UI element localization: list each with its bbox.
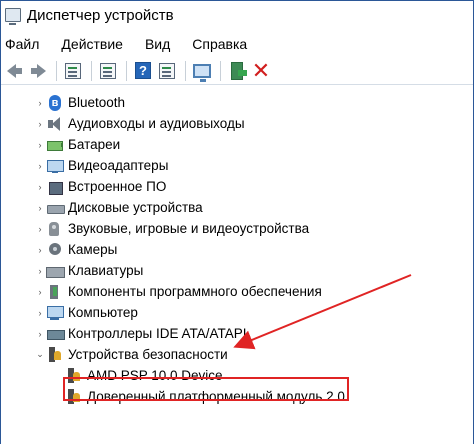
menu-help[interactable]: Справка [192,36,247,52]
tree-item-software-components[interactable]: › Компоненты программного обеспечения [1,281,471,302]
tree-item-audio-io[interactable]: › Аудиовходы и аудиовыходы [1,113,471,134]
action-pane-icon [159,62,175,79]
expand-chevron-icon[interactable]: › [34,239,46,260]
tree-item-firmware[interactable]: › Встроенное ПО [1,176,471,197]
expand-chevron-icon[interactable]: › [34,92,46,113]
computer-icon [46,305,64,321]
expand-chevron-icon[interactable]: › [34,155,46,176]
tree-item-keyboards[interactable]: › Клавиатуры [1,260,471,281]
tree-item-label: Встроенное ПО [68,179,167,194]
highlight-annotation-box [63,377,349,401]
tree-item-disk-drives[interactable]: › Дисковые устройства [1,197,471,218]
ide-controller-icon [46,326,65,342]
forward-button[interactable] [27,60,49,82]
battery-icon [46,137,64,153]
action-pane-button[interactable] [156,60,178,82]
tree-item-label: Видеоадаптеры [68,158,169,173]
tree-item-label: Компьютер [68,305,138,320]
title-bar: Диспетчер устройств [1,1,473,29]
speaker-icon [46,116,64,132]
expand-chevron-icon[interactable]: › [34,323,46,344]
back-arrow-icon [6,63,16,78]
toolbar-separator [56,60,57,81]
toolbar-separator [220,60,221,81]
disk-drive-icon [46,200,65,216]
monitor-icon [193,63,211,82]
device-manager-icon [5,8,21,25]
camera-icon [46,242,64,258]
tree-item-batteries[interactable]: › Батареи [1,134,471,155]
expand-chevron-icon[interactable]: › [34,197,46,218]
expand-chevron-icon[interactable]: › [34,281,46,302]
display-adapter-icon [46,158,64,174]
properties-icon [100,62,116,79]
help-button[interactable]: ? [132,60,154,82]
expand-chevron-icon[interactable]: › [34,113,46,134]
tree-item-sound-devices[interactable]: › Звуковые, игровые и видеоустройства [1,218,471,239]
bluetooth-icon: ʙ [49,94,61,111]
expand-chevron-icon[interactable]: › [34,302,46,323]
scan-hardware-button[interactable] [191,60,213,82]
toolbar-separator [91,60,92,81]
show-hide-console-tree-button[interactable] [62,60,84,82]
tree-item-label: Дисковые устройства [68,200,203,215]
window-title: Диспетчер устройств [27,6,174,24]
menu-bar: Файл Действие Вид Справка [1,31,473,57]
tree-item-label: Камеры [68,242,118,257]
tree-item-label: Bluetooth [68,95,126,110]
tree-item-ide-controllers[interactable]: › Контроллеры IDE ATA/ATAPI [1,323,471,344]
device-manager-window: Диспетчер устройств Файл Действие Вид Сп… [0,0,474,444]
tree-item-label: Устройства безопасности [68,347,228,362]
menu-file[interactable]: Файл [5,36,39,52]
back-button[interactable] [3,60,25,82]
help-icon: ? [135,62,151,79]
software-component-icon [46,284,64,300]
tree-item-display-adapters[interactable]: › Видеоадаптеры [1,155,471,176]
security-device-icon [46,346,64,363]
toolbar-separator [126,60,127,81]
tree-item-label: Батареи [68,137,121,152]
tree-item-security-devices[interactable]: ⌄ Устройства безопасности [1,344,471,365]
keyboard-icon [46,263,65,279]
tree-item-label: Аудиовходы и аудиовыходы [68,116,245,131]
uninstall-device-button[interactable]: ✕ [250,57,272,83]
firmware-chip-icon [46,179,64,195]
tree-item-bluetooth[interactable]: › ʙ Bluetooth [1,92,471,113]
tree-item-computer[interactable]: › Компьютер [1,302,471,323]
menu-view[interactable]: Вид [145,36,170,52]
expand-chevron-icon[interactable]: › [34,134,46,155]
tree-item-label: Контроллеры IDE ATA/ATAPI [68,326,247,341]
expand-chevron-icon[interactable]: › [34,176,46,197]
collapse-chevron-icon[interactable]: ⌄ [34,344,46,365]
tree-item-cameras[interactable]: › Камеры [1,239,471,260]
expand-chevron-icon[interactable]: › [34,260,46,281]
expand-chevron-icon[interactable]: › [34,218,46,239]
update-driver-button[interactable] [226,60,248,82]
sound-device-icon [46,221,64,237]
tree-item-label: Клавиатуры [68,263,144,278]
tree-item-label: Звуковые, игровые и видеоустройства [68,221,310,236]
forward-arrow-icon [36,63,46,78]
menu-action[interactable]: Действие [61,36,123,52]
update-driver-icon [231,61,247,80]
properties-button[interactable] [97,60,119,82]
tree-item-label: Компоненты программного обеспечения [68,284,322,299]
uninstall-icon: ✕ [251,57,271,83]
console-tree-icon [65,62,81,79]
toolbar: ? ✕ [1,57,473,85]
toolbar-separator [185,60,186,81]
